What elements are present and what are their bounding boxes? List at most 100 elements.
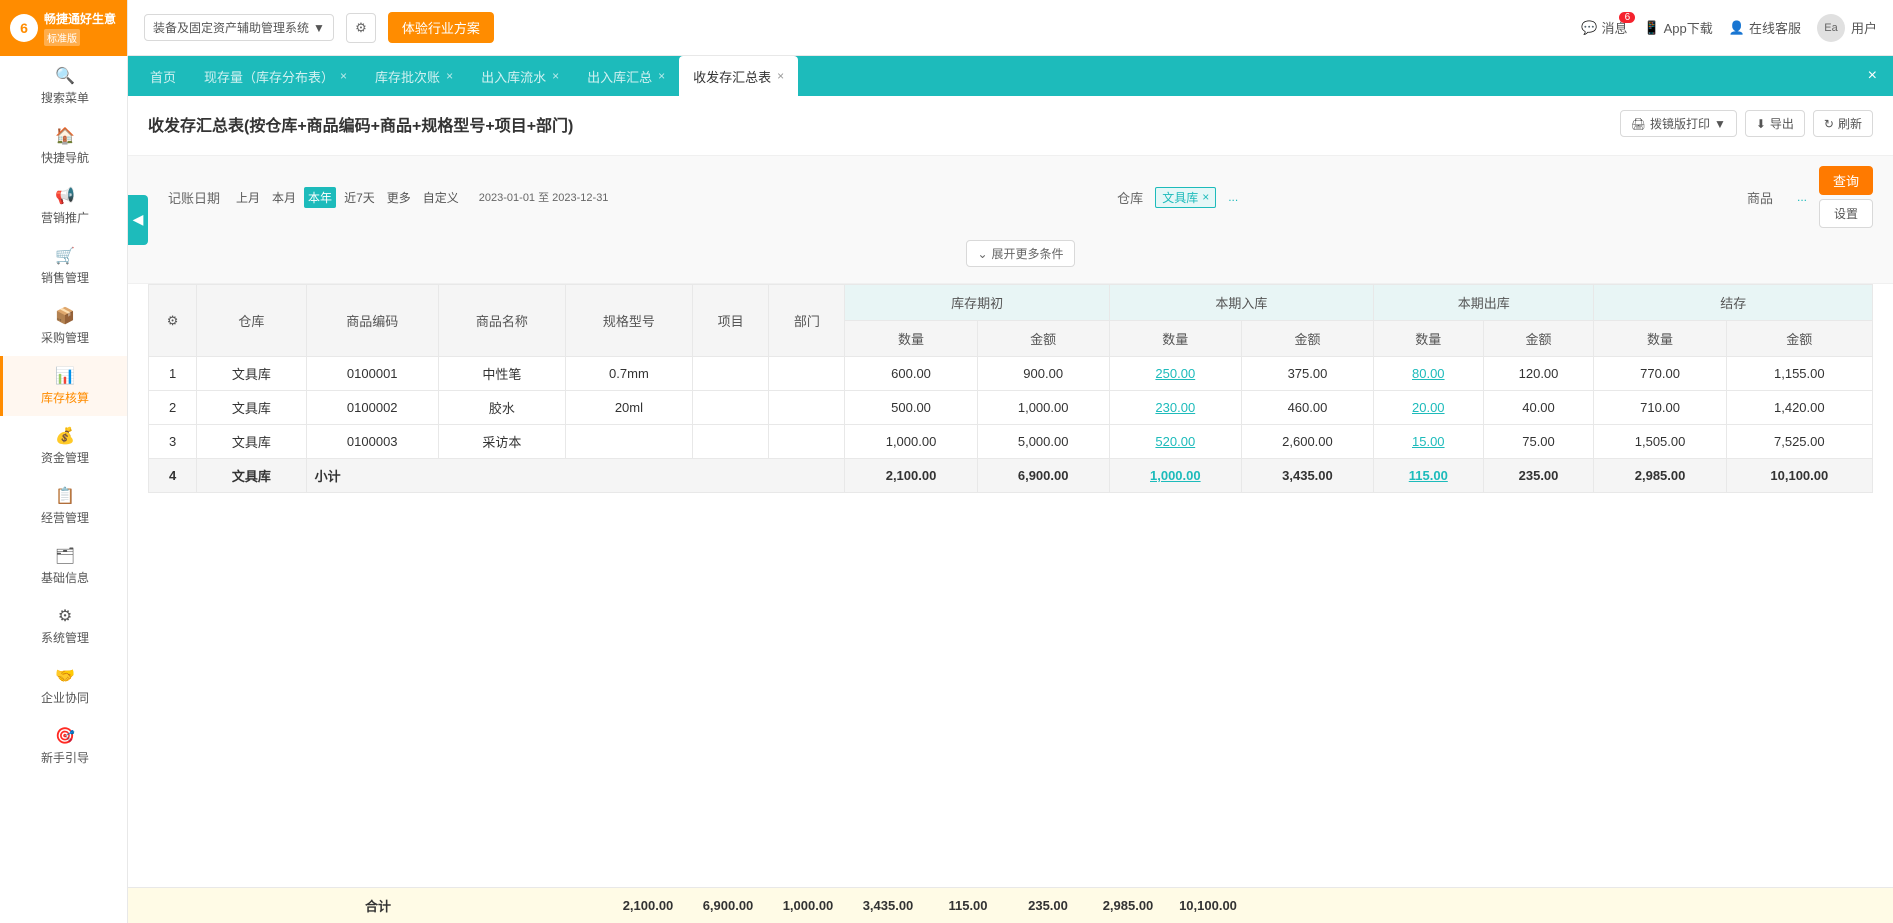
app-download-btn[interactable]: 📱 App下载 bbox=[1643, 18, 1712, 37]
sidebar-label-newbie: 新手引导 bbox=[41, 749, 89, 766]
table-container: ⚙ 仓库 商品编码 商品名称 规格型号 项目 部门 库存期初 本期入库 本期出库… bbox=[128, 284, 1893, 887]
sidebar-label-operation: 经营管理 bbox=[41, 509, 89, 526]
sidebar-item-quicknav[interactable]: 🏠快捷导航 bbox=[0, 116, 127, 176]
cell-out-qty[interactable]: 15.00 bbox=[1374, 425, 1484, 459]
message-btn[interactable]: 💬 消息 6 bbox=[1581, 18, 1627, 37]
tab-close-5[interactable]: × bbox=[777, 69, 784, 83]
cell-project bbox=[692, 391, 768, 425]
expand-row: ⌄ 展开更多条件 bbox=[168, 234, 1873, 273]
tab-label-3: 出入库流水 bbox=[481, 67, 546, 86]
cell-in-qty[interactable]: 230.00 bbox=[1109, 391, 1241, 425]
print-btn[interactable]: 🖨 拨镜版打印 ▼ bbox=[1620, 110, 1737, 137]
warehouse-label: 仓库 bbox=[1117, 188, 1143, 207]
system-dropdown[interactable]: 装备及固定资产辅助管理系统 ▼ bbox=[144, 14, 334, 41]
sidebar-item-search[interactable]: 🔍搜索菜单 bbox=[0, 56, 127, 116]
warehouse-more[interactable]: ... bbox=[1228, 190, 1238, 204]
footer-out-amt: 235.00 bbox=[1008, 898, 1088, 913]
marketing-icon: 📢 bbox=[55, 186, 75, 206]
date-label: 记账日期 bbox=[168, 188, 220, 207]
goods-more[interactable]: ... bbox=[1797, 190, 1807, 204]
tabbar-close-all[interactable]: × bbox=[1860, 67, 1885, 85]
cell-project bbox=[692, 357, 768, 391]
col-in-amt: 金额 bbox=[1241, 321, 1373, 357]
date-btn-更多[interactable]: 更多 bbox=[383, 187, 415, 208]
sidebar-label-inventory: 库存核算 bbox=[41, 389, 89, 406]
cell-out-amt: 120.00 bbox=[1483, 357, 1594, 391]
col-spec-header: 规格型号 bbox=[565, 285, 692, 357]
cell-out-qty[interactable]: 80.00 bbox=[1374, 357, 1484, 391]
tab-0[interactable]: 首页 bbox=[136, 56, 190, 96]
cell-spec: 0.7mm bbox=[565, 357, 692, 391]
sidebar-item-basic[interactable]: 🗂基础信息 bbox=[0, 536, 127, 596]
cell-in-qty[interactable]: 520.00 bbox=[1109, 425, 1241, 459]
query-setting-group: 查询 设置 bbox=[1819, 166, 1873, 228]
page-title: 收发存汇总表(按仓库+商品编码+商品+规格型号+项目+部门) bbox=[148, 112, 573, 136]
sidebar-item-newbie[interactable]: 🎯新手引导 bbox=[0, 716, 127, 776]
tab-1[interactable]: 现存量（库存分布表）× bbox=[190, 56, 361, 96]
cell-in-qty[interactable]: 250.00 bbox=[1109, 357, 1241, 391]
setting-btn[interactable]: 设置 bbox=[1819, 199, 1873, 228]
warehouse-tag[interactable]: 文具库 × bbox=[1155, 187, 1216, 208]
experience-btn[interactable]: 体验行业方案 bbox=[388, 12, 494, 43]
logo-text: 畅捷通好生意 标准版 bbox=[44, 10, 116, 46]
col-name-header: 商品名称 bbox=[438, 285, 565, 357]
subtotal-row: 4 文具库 小计 2,100.00 6,900.00 1,000.00 3,43… bbox=[149, 459, 1873, 493]
cell-opening-amt: 1,000.00 bbox=[977, 391, 1109, 425]
user-menu[interactable]: Ea 用户 bbox=[1817, 14, 1877, 42]
footer-out-qty: 115.00 bbox=[928, 898, 1008, 913]
date-btn-本年[interactable]: 本年 bbox=[304, 187, 336, 208]
tab-label-4: 出入库汇总 bbox=[587, 67, 652, 86]
cell-closing-amt: 1,420.00 bbox=[1726, 391, 1872, 425]
tab-4[interactable]: 出入库汇总 × bbox=[573, 56, 679, 96]
sidebar-item-operation[interactable]: 📋经营管理 bbox=[0, 476, 127, 536]
tab-close-1[interactable]: × bbox=[340, 69, 347, 83]
export-btn[interactable]: ⬇ 导出 bbox=[1745, 110, 1805, 137]
sub-warehouse: 文具库 bbox=[197, 459, 306, 493]
cell-in-amt: 375.00 bbox=[1241, 357, 1373, 391]
tab-3[interactable]: 出入库流水 × bbox=[467, 56, 573, 96]
date-btn-近7天[interactable]: 近7天 bbox=[340, 187, 379, 208]
tab-close-2[interactable]: × bbox=[446, 69, 453, 83]
online-service-btn[interactable]: 👤 在线客服 bbox=[1729, 18, 1801, 37]
cell-closing-amt: 7,525.00 bbox=[1726, 425, 1872, 459]
col-settings-header[interactable]: ⚙ bbox=[149, 285, 197, 357]
tabbar: 首页现存量（库存分布表）×库存批次账× 出入库流水 × 出入库汇总 × 收发存汇总表 × × bbox=[128, 56, 1893, 96]
sidebar-item-purchase[interactable]: 📦采购管理 bbox=[0, 296, 127, 356]
sidebar-label-purchase: 采购管理 bbox=[41, 329, 89, 346]
col-out-amt: 金额 bbox=[1483, 321, 1594, 357]
settings-gear[interactable]: ⚙ bbox=[346, 13, 376, 43]
cell-code: 0100003 bbox=[306, 425, 438, 459]
sidebar-item-system[interactable]: ⚙系统管理 bbox=[0, 596, 127, 656]
sidebar-label-marketing: 营销推广 bbox=[41, 209, 89, 226]
date-btn-自定义[interactable]: 自定义 bbox=[419, 187, 463, 208]
footer-closing-amt: 10,100.00 bbox=[1168, 898, 1248, 913]
refresh-btn[interactable]: ↻ 刷新 bbox=[1813, 110, 1873, 137]
sub-out-amt: 235.00 bbox=[1483, 459, 1594, 493]
sidebar-item-marketing[interactable]: 📢 营销推广 bbox=[0, 176, 127, 236]
tab-close-4[interactable]: × bbox=[658, 69, 665, 83]
query-btn[interactable]: 查询 bbox=[1819, 166, 1873, 195]
tab-close-3[interactable]: × bbox=[552, 69, 559, 83]
sidebar-item-finance[interactable]: 💰资金管理 bbox=[0, 416, 127, 476]
cell-out-qty[interactable]: 20.00 bbox=[1374, 391, 1484, 425]
col-in-group: 本期入库 bbox=[1109, 285, 1373, 321]
sidebar-item-sales[interactable]: 🛒销售管理 bbox=[0, 236, 127, 296]
expand-btn[interactable]: ⌄ 展开更多条件 bbox=[966, 240, 1074, 267]
tab-5[interactable]: 收发存汇总表 × bbox=[679, 56, 798, 96]
date-btn-上月[interactable]: 上月 bbox=[232, 187, 264, 208]
tab-2[interactable]: 库存批次账× bbox=[361, 56, 467, 96]
sidebar-item-inventory[interactable]: 📊库存核算 bbox=[0, 356, 127, 416]
cell-no: 2 bbox=[149, 391, 197, 425]
data-table: ⚙ 仓库 商品编码 商品名称 规格型号 项目 部门 库存期初 本期入库 本期出库… bbox=[148, 284, 1873, 493]
date-btn-本月[interactable]: 本月 bbox=[268, 187, 300, 208]
sidebar-item-corp[interactable]: 🤝企业协同 bbox=[0, 656, 127, 716]
sub-in-qty[interactable]: 1,000.00 bbox=[1109, 459, 1241, 493]
sub-out-qty[interactable]: 115.00 bbox=[1374, 459, 1484, 493]
sub-closing-amt: 10,100.00 bbox=[1726, 459, 1872, 493]
cell-name: 采访本 bbox=[438, 425, 565, 459]
cell-code: 0100002 bbox=[306, 391, 438, 425]
filter-toggle[interactable]: ◀ bbox=[128, 195, 148, 245]
tab-label-5: 收发存汇总表 bbox=[693, 67, 771, 86]
logo-area: 6 畅捷通好生意 标准版 bbox=[0, 0, 127, 56]
quicknav-icon: 🏠 bbox=[55, 126, 75, 146]
